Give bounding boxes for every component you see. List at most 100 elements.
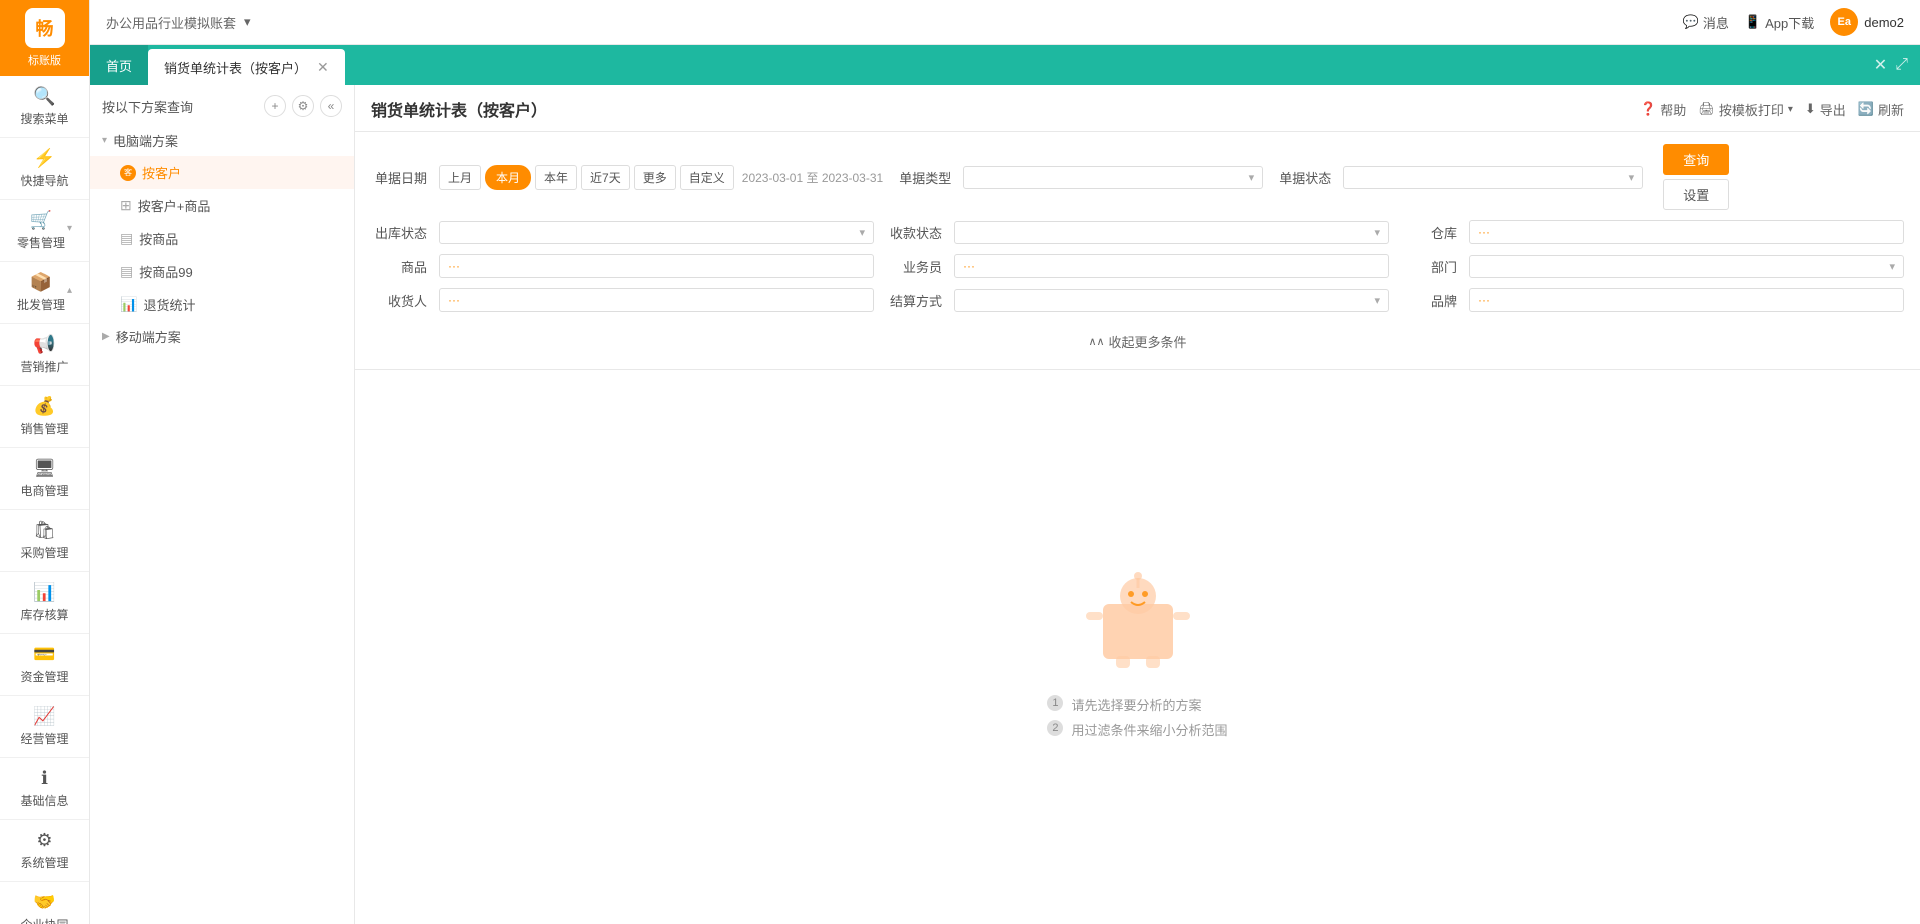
date-btn-custom[interactable]: 自定义 xyxy=(680,165,734,190)
empty-state: 1 请先选择要分析的方案 2 用过滤条件来缩小分析范围 xyxy=(355,370,1920,924)
tree-group-desktop-header[interactable]: ▾ 电脑端方案 xyxy=(90,125,354,156)
close-window-icon[interactable]: ✕ xyxy=(1874,55,1887,75)
sidebar-item-marketing[interactable]: 📢 营销推广 xyxy=(0,324,90,386)
sidebar-item-ecommerce[interactable]: 🖥 电商管理 xyxy=(0,448,90,510)
tree-item-by-customer-product[interactable]: ⊞ 按客户+商品 xyxy=(90,189,354,222)
hint-num-1: 1 xyxy=(1047,695,1063,711)
settings-scheme-button[interactable]: ⚙ xyxy=(292,95,314,117)
tree-item-return-stats[interactable]: 📊 退货统计 xyxy=(90,288,354,321)
app-download-icon: 📱 xyxy=(1745,14,1761,30)
industry-selector[interactable]: 办公用品行业模拟账套 ▾ xyxy=(106,13,251,32)
enterprise-icon: 🤝 xyxy=(33,892,55,913)
user-menu[interactable]: Ea demo2 xyxy=(1830,8,1904,36)
hint-text-2: 用过滤条件来缩小分析范围 xyxy=(1071,720,1227,739)
recipient-input[interactable]: ··· xyxy=(439,288,874,312)
order-type-dropdown-icon: ▾ xyxy=(1249,171,1255,184)
tab-close-icon[interactable]: ✕ xyxy=(317,59,329,76)
tab-active[interactable]: 销货单统计表（按客户） ✕ xyxy=(148,49,345,85)
sidebar-item-enterprise[interactable]: 🤝 企业协同 xyxy=(0,882,90,924)
collapse-panel-button[interactable]: « xyxy=(320,95,342,117)
sidebar-item-purchase[interactable]: 🛍 采购管理 xyxy=(0,510,90,572)
tab-bar: 首页 销货单统计表（按客户） ✕ ✕ ⤢ xyxy=(90,45,1920,85)
operations-icon: 📈 xyxy=(33,706,55,727)
collapse-up-icon: ∧∧ xyxy=(1088,335,1104,348)
table-icon: ▤ xyxy=(120,230,133,247)
print-button[interactable]: 🖨 按模板打印 ▾ xyxy=(1698,100,1793,119)
sidebar-item-system[interactable]: ⚙ 系统管理 xyxy=(0,820,90,882)
sidebar-item-label: 企业协同 xyxy=(20,916,68,924)
left-panel-actions: + ⚙ « xyxy=(264,95,342,117)
warehouse-input[interactable]: ··· xyxy=(1469,220,1904,244)
left-panel-title: 按以下方案查询 xyxy=(102,97,193,116)
brand-input[interactable]: ··· xyxy=(1469,288,1904,312)
collapse-icon: « xyxy=(328,99,335,113)
maximize-icon[interactable]: ⤢ xyxy=(1895,56,1908,74)
sidebar-item-sales[interactable]: 💰 销售管理 xyxy=(0,386,90,448)
print-arrow-icon: ▾ xyxy=(1788,104,1793,115)
chart-icon: 📊 xyxy=(120,296,137,313)
industry-name: 办公用品行业模拟账套 xyxy=(106,13,236,32)
sidebar-item-label: 营销推广 xyxy=(20,358,68,375)
empty-hint-1: 1 请先选择要分析的方案 xyxy=(1047,695,1227,714)
tree-item-by-customer[interactable]: 客 按客户 xyxy=(90,156,354,189)
date-btn-last-month[interactable]: 上月 xyxy=(439,165,481,190)
tree-item-by-product[interactable]: ▤ 按商品 xyxy=(90,222,354,255)
date-btn-this-month[interactable]: 本月 xyxy=(485,165,531,190)
settlement-select[interactable]: ▾ xyxy=(954,289,1389,312)
sidebar-item-label: 快捷导航 xyxy=(20,172,68,189)
tab-home[interactable]: 首页 xyxy=(90,45,148,85)
collapse-row: ∧∧ 收起更多条件 xyxy=(371,322,1904,365)
app-download-label: App下载 xyxy=(1765,13,1814,32)
empty-hint-2: 2 用过滤条件来缩小分析范围 xyxy=(1047,720,1227,739)
tree-group-mobile-header[interactable]: ▶ 移动端方案 xyxy=(90,321,354,352)
department-select[interactable]: ▾ xyxy=(1469,255,1904,278)
date-btn-7days[interactable]: 近7天 xyxy=(581,165,630,190)
marketing-icon: 📢 xyxy=(33,334,55,355)
date-btn-more[interactable]: 更多 xyxy=(634,165,676,190)
sidebar-item-wholesale[interactable]: 📦 批发管理 ▴ xyxy=(0,262,90,324)
collapse-label: 收起更多条件 xyxy=(1109,332,1187,351)
payment-status-select[interactable]: ▾ xyxy=(954,221,1389,244)
active-tab-label: 销货单统计表（按客户） xyxy=(164,58,307,77)
wholesale-arrow-icon: ▴ xyxy=(67,285,72,296)
order-status-dropdown-icon: ▾ xyxy=(1629,171,1635,184)
payment-status-dropdown-icon: ▾ xyxy=(1374,226,1380,239)
retail-icon: 🛒 xyxy=(30,210,52,231)
salesperson-input[interactable]: ··· xyxy=(954,254,1389,278)
sidebar-item-quick-nav[interactable]: ⚡ 快捷导航 xyxy=(0,138,90,200)
sidebar-item-search[interactable]: 🔍 搜索菜单 xyxy=(0,76,90,138)
refresh-button[interactable]: 🔄 刷新 xyxy=(1858,100,1904,119)
add-scheme-button[interactable]: + xyxy=(264,95,286,117)
sidebar-item-operations[interactable]: 📈 经营管理 xyxy=(0,696,90,758)
date-btn-this-year[interactable]: 本年 xyxy=(535,165,577,190)
export-label: 导出 xyxy=(1820,100,1846,119)
stock-status-select[interactable]: ▾ xyxy=(439,221,874,244)
tree-item-label: 按商品99 xyxy=(139,262,192,281)
sidebar-item-retail[interactable]: 🛒 零售管理 ▾ xyxy=(0,200,90,262)
logo-icon: 畅 xyxy=(25,8,65,48)
help-button[interactable]: ❓ 帮助 xyxy=(1640,100,1686,119)
order-type-select[interactable]: ▾ xyxy=(963,166,1263,189)
app-download-button[interactable]: 📱 App下载 xyxy=(1745,13,1814,32)
left-panel: 按以下方案查询 + ⚙ « ▾ 电脑端方案 xyxy=(90,85,355,924)
help-label: 帮助 xyxy=(1660,100,1686,119)
settings-button[interactable]: 设置 xyxy=(1663,179,1729,210)
export-button[interactable]: ⬇ 导出 xyxy=(1805,100,1846,119)
user-name: demo2 xyxy=(1864,15,1904,30)
product-input[interactable]: ··· xyxy=(439,254,874,278)
sidebar-item-inventory[interactable]: 📊 库存核算 xyxy=(0,572,90,634)
sales-icon: 💰 xyxy=(33,396,55,417)
app-logo[interactable]: 畅 标账版 xyxy=(0,0,90,76)
query-button[interactable]: 查询 xyxy=(1663,144,1729,175)
sidebar-item-finance[interactable]: 💳 资金管理 xyxy=(0,634,90,696)
collapse-button[interactable]: ∧∧ 收起更多条件 xyxy=(1072,326,1202,357)
stock-status-label: 出库状态 xyxy=(371,223,427,242)
tree-group-mobile: ▶ 移动端方案 xyxy=(90,321,354,352)
sidebar-item-basic[interactable]: ℹ 基础信息 xyxy=(0,758,90,820)
tree-item-by-product99[interactable]: ▤ 按商品99 xyxy=(90,255,354,288)
order-status-select[interactable]: ▾ xyxy=(1343,166,1643,189)
message-button[interactable]: 💬 消息 xyxy=(1683,13,1729,32)
retail-arrow-icon: ▾ xyxy=(67,223,72,234)
help-icon: ❓ xyxy=(1640,101,1656,117)
refresh-icon: 🔄 xyxy=(1858,101,1874,117)
